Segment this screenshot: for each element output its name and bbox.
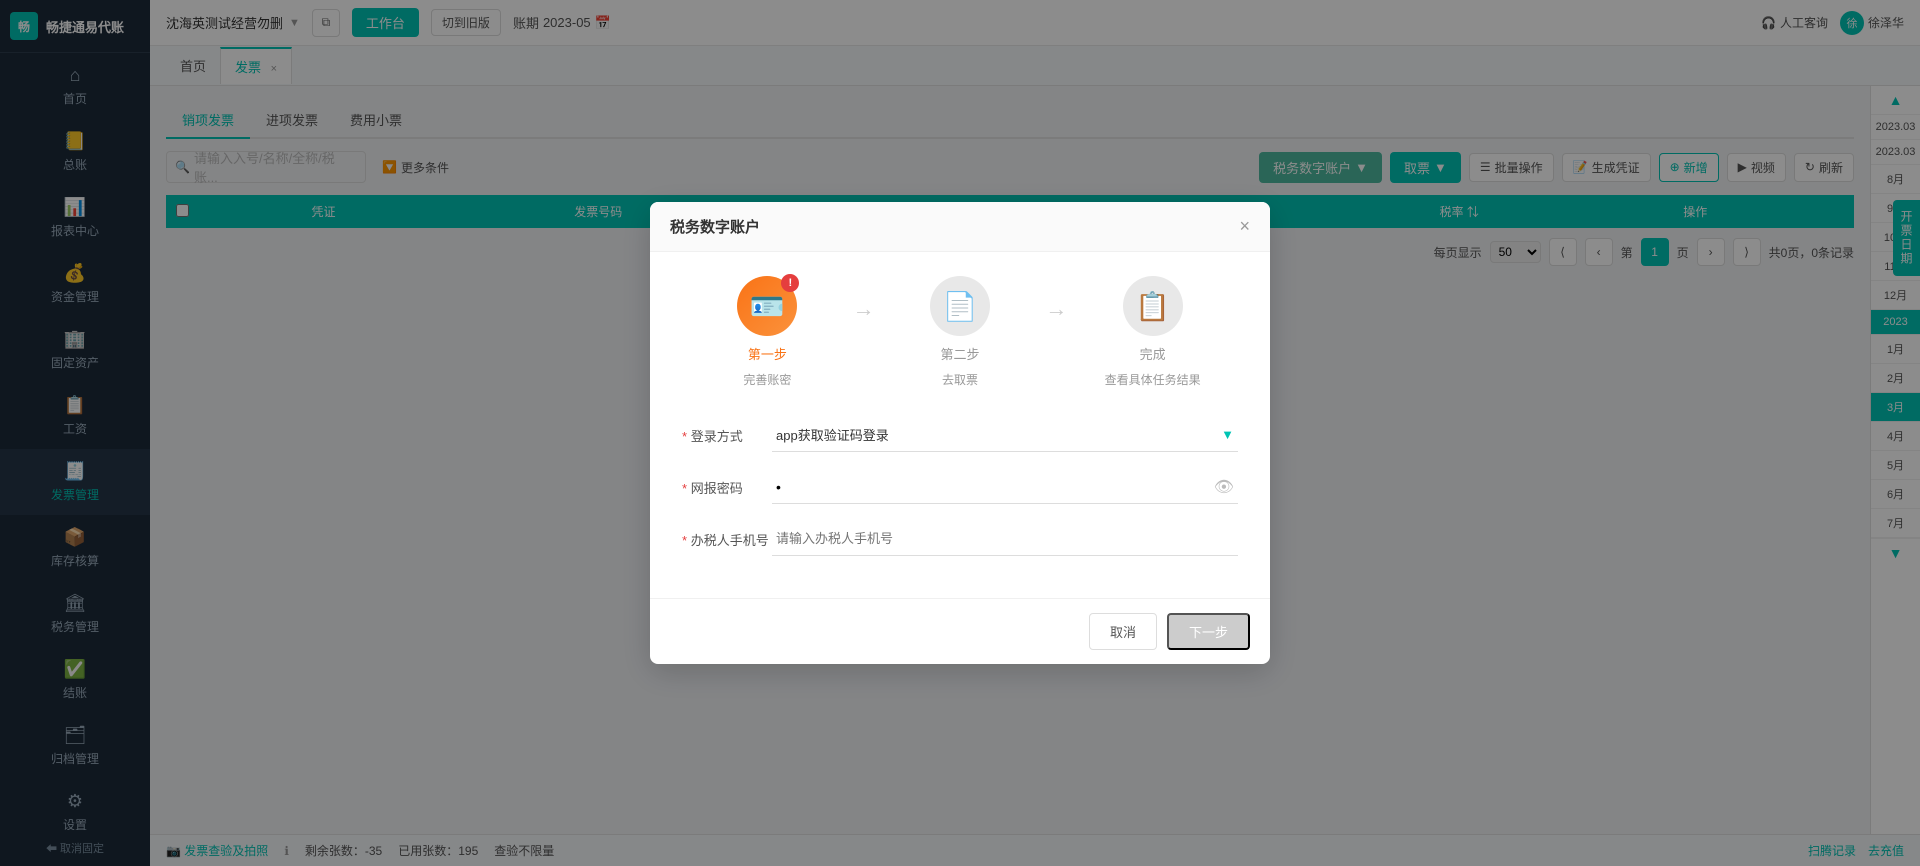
- net-password-input-wrap: 👁: [772, 470, 1238, 504]
- taxpayer-phone-input-wrap: [772, 522, 1238, 556]
- step-1-badge: !: [781, 274, 799, 292]
- steps: 🪪 ! 第一步 完善账密 → 📄: [682, 276, 1238, 388]
- step-arrow-1: →: [853, 276, 875, 322]
- modal-title: 税务数字账户: [670, 216, 760, 237]
- cancel-button[interactable]: 取消: [1089, 613, 1157, 650]
- step-2-icon-wrap: 📄: [930, 276, 990, 336]
- clipboard-icon: 📋: [1135, 290, 1170, 323]
- step-1-label: 第一步: [748, 344, 787, 363]
- step-3: 📋 完成 查看具体任务结果: [1067, 276, 1238, 388]
- step-3-icon-wrap: 📋: [1123, 276, 1183, 336]
- net-password-row: * 网报密码 👁: [682, 470, 1238, 504]
- required-mark-2: *: [682, 481, 687, 496]
- modal-form: * 登录方式 app获取验证码登录 ▼ * 网报密码: [682, 418, 1238, 556]
- step-arrow-2: →: [1045, 276, 1067, 322]
- login-method-select[interactable]: app获取验证码登录 ▼: [772, 418, 1238, 452]
- step-1-icon-wrap: 🪪 !: [737, 276, 797, 336]
- login-method-chevron-icon: ▼: [1221, 427, 1234, 442]
- step-3-label: 完成: [1140, 344, 1166, 363]
- taxpayer-phone-input[interactable]: [776, 531, 1234, 546]
- modal-header: 税务数字账户 ×: [650, 202, 1270, 252]
- modal-body: 🪪 ! 第一步 完善账密 → 📄: [650, 252, 1270, 598]
- person-card-icon: 🪪: [750, 290, 785, 323]
- step-3-desc: 查看具体任务结果: [1105, 371, 1201, 388]
- login-method-label: * 登录方式: [682, 426, 772, 445]
- required-mark: *: [682, 429, 687, 444]
- login-method-row: * 登录方式 app获取验证码登录 ▼: [682, 418, 1238, 452]
- net-password-input[interactable]: [776, 479, 1214, 495]
- tax-account-modal: 税务数字账户 × 🪪 ! 第一步 完善账密: [650, 202, 1270, 664]
- modal-close-button[interactable]: ×: [1239, 216, 1250, 237]
- document-icon: 📄: [943, 290, 978, 323]
- password-eye-icon[interactable]: 👁: [1214, 477, 1234, 497]
- step-1: 🪪 ! 第一步 完善账密: [682, 276, 853, 388]
- net-password-label: * 网报密码: [682, 478, 772, 497]
- login-method-value: app获取验证码登录: [776, 425, 889, 444]
- required-mark-3: *: [682, 533, 687, 548]
- modal-overlay: 税务数字账户 × 🪪 ! 第一步 完善账密: [0, 0, 1920, 866]
- modal-footer: 取消 下一步: [650, 598, 1270, 664]
- step-2-label: 第二步: [941, 344, 980, 363]
- step-1-desc: 完善账密: [743, 371, 791, 388]
- step-2-icon: 📄: [930, 276, 990, 336]
- taxpayer-phone-label: * 办税人手机号: [682, 530, 772, 549]
- step-2-desc: 去取票: [942, 371, 978, 388]
- taxpayer-phone-row: * 办税人手机号: [682, 522, 1238, 556]
- step-3-icon: 📋: [1123, 276, 1183, 336]
- step-2: 📄 第二步 去取票: [875, 276, 1046, 388]
- next-button[interactable]: 下一步: [1167, 613, 1250, 650]
